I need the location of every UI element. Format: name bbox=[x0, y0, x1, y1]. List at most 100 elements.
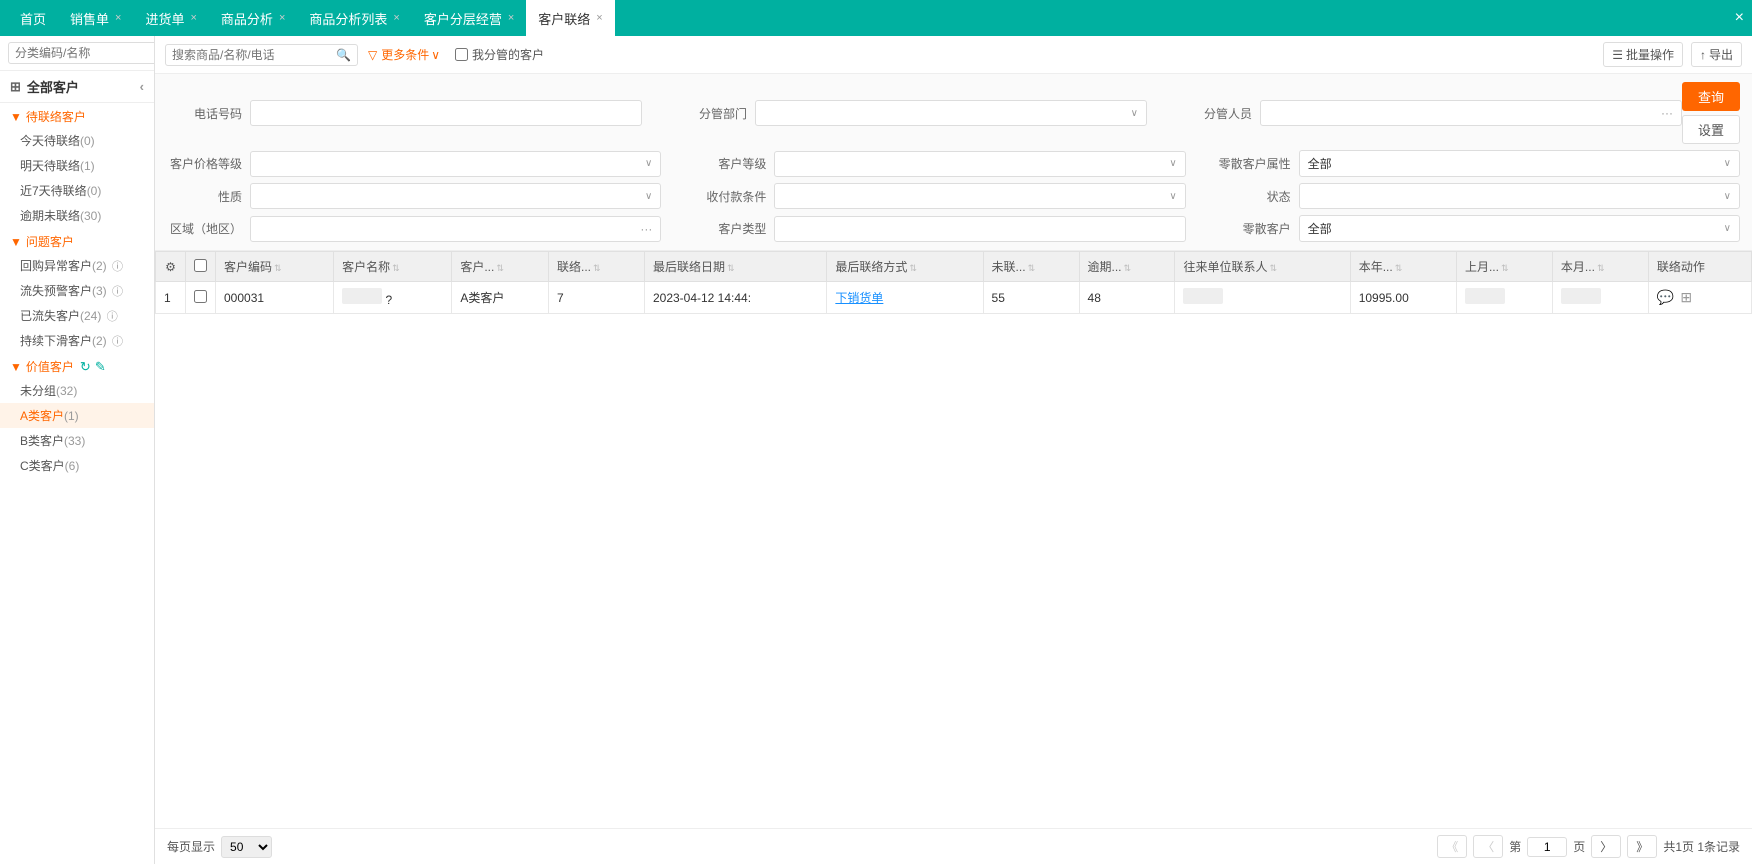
sidebar-item-today[interactable]: 今天待联络(0) bbox=[0, 128, 154, 153]
retail-attr-input[interactable]: 全部 ∨ bbox=[1299, 150, 1740, 177]
status-input[interactable]: ∨ bbox=[1299, 183, 1740, 209]
filter-search-box[interactable]: 🔍 bbox=[165, 44, 358, 66]
sidebar-item-overdue[interactable]: 逾期未联络(30) bbox=[0, 203, 154, 228]
payment-label: 收付款条件 bbox=[691, 188, 766, 205]
sidebar-item-lost-warning[interactable]: 流失预警客户(3) ⓘ bbox=[0, 278, 154, 303]
sort-level-icon[interactable]: ⇅ bbox=[496, 263, 504, 273]
filter-cell-price-level: 客户价格等级 ∨ bbox=[167, 151, 691, 177]
export-button[interactable]: ↑ 导出 bbox=[1691, 42, 1742, 67]
row-select-checkbox[interactable] bbox=[194, 290, 207, 303]
person-input[interactable]: ··· bbox=[1260, 100, 1682, 126]
sort-name-icon[interactable]: ⇅ bbox=[392, 263, 400, 273]
close-purchase-tab[interactable]: × bbox=[190, 12, 196, 24]
message-action-icon[interactable]: 💬 bbox=[1657, 289, 1674, 306]
sort-code-icon[interactable]: ⇅ bbox=[274, 263, 282, 273]
th-contact-person: 往来单位联系人⇅ bbox=[1175, 252, 1350, 282]
close-analysis-tab[interactable]: × bbox=[279, 12, 285, 24]
th-last-date: 最后联络日期⇅ bbox=[644, 252, 826, 282]
row-last-method[interactable]: 下销货单 bbox=[827, 282, 983, 314]
nav-tab-sales[interactable]: 销售单 × bbox=[58, 0, 133, 36]
sidebar-item-tomorrow[interactable]: 明天待联络(1) bbox=[0, 153, 154, 178]
retail-attr-label: 零散客户属性 bbox=[1216, 155, 1291, 172]
sort-this-year-icon[interactable]: ⇅ bbox=[1395, 263, 1403, 273]
nav-tab-customer-segmentation[interactable]: 客户分层经营 × bbox=[412, 0, 526, 36]
nature-caret-icon: ∨ bbox=[645, 191, 652, 202]
filter-cell-status: 状态 ∨ bbox=[1216, 183, 1740, 209]
settings-value-icon[interactable]: ✎ bbox=[95, 359, 106, 375]
filter-cell-retail: 零散客户 全部 ∨ bbox=[1216, 215, 1740, 242]
th-check[interactable] bbox=[186, 252, 216, 282]
nav-tab-analysis-list[interactable]: 商品分析列表 × bbox=[297, 0, 411, 36]
sidebar-item-class-a[interactable]: A类客户(1) bbox=[0, 403, 154, 428]
filter-row-2: 客户价格等级 ∨ 客户等级 ∨ 零散客户属性 全部 bbox=[167, 150, 1740, 177]
customer-level-input[interactable]: ∨ bbox=[774, 151, 1185, 177]
page-size-select[interactable]: 50 100 200 bbox=[221, 836, 272, 858]
sort-last-method-icon[interactable]: ⇅ bbox=[909, 263, 917, 273]
my-customers-checkbox-area[interactable]: 我分管的客户 bbox=[455, 46, 544, 63]
data-table-area: ⚙ 客户编码⇅ 客户名称⇅ 客户...⇅ 联络...⇅ 最后联络日期⇅ 最后联络… bbox=[155, 251, 1752, 828]
sidebar-pending-group[interactable]: ▼ 待联络客户 bbox=[0, 103, 154, 128]
refresh-icon[interactable]: ↻ bbox=[80, 359, 91, 375]
filter-more-button[interactable]: ▽ 更多条件 ∨ bbox=[368, 46, 440, 63]
area-input[interactable]: ··· bbox=[250, 216, 661, 242]
sidebar: 🔍 ⊞ 全部客户 ‹ ▼ 待联络客户 今天待联络(0) 明天待联络(1) 近7天… bbox=[0, 36, 155, 864]
sidebar-item-declining[interactable]: 持续下滑客户(2) ⓘ bbox=[0, 328, 154, 353]
payment-input[interactable]: ∨ bbox=[774, 183, 1185, 209]
th-action: 联络动作 bbox=[1648, 252, 1751, 282]
th-gear[interactable]: ⚙ bbox=[156, 252, 186, 282]
sort-last-month-icon[interactable]: ⇅ bbox=[1501, 263, 1509, 273]
sidebar-item-abnormal[interactable]: 回购异常客户(2) ⓘ bbox=[0, 253, 154, 278]
sort-overdue-icon[interactable]: ⇅ bbox=[1124, 263, 1132, 273]
prev-page-button[interactable]: 〈 bbox=[1473, 835, 1503, 858]
nav-tab-customer-contact[interactable]: 客户联络 × bbox=[526, 0, 614, 36]
settings-button[interactable]: 设置 bbox=[1682, 115, 1740, 144]
next-page-button[interactable]: 〉 bbox=[1591, 835, 1621, 858]
sidebar-item-unclassified[interactable]: 未分组(32) bbox=[0, 378, 154, 403]
close-segmentation-tab[interactable]: × bbox=[508, 12, 514, 24]
close-contact-tab[interactable]: × bbox=[596, 12, 602, 24]
dept-input[interactable]: ∨ bbox=[755, 100, 1147, 126]
filter-search-input[interactable] bbox=[172, 48, 332, 62]
tri-down-icon-3: ▼ bbox=[10, 360, 22, 374]
th-last-method: 最后联络方式⇅ bbox=[827, 252, 983, 282]
customer-type-input[interactable] bbox=[774, 216, 1185, 242]
query-button[interactable]: 查询 bbox=[1682, 82, 1740, 111]
sidebar-item-class-c[interactable]: C类客户(6) bbox=[0, 453, 154, 478]
row-checkbox[interactable] bbox=[186, 282, 216, 314]
sort-contact-person-icon[interactable]: ⇅ bbox=[1270, 263, 1278, 273]
row-no-contact: 55 bbox=[983, 282, 1079, 314]
nature-input[interactable]: ∨ bbox=[250, 183, 661, 209]
sort-this-month-icon[interactable]: ⇅ bbox=[1597, 263, 1605, 273]
first-page-button[interactable]: 《 bbox=[1437, 835, 1467, 858]
sort-contact-count-icon[interactable]: ⇅ bbox=[593, 263, 601, 273]
price-level-input[interactable]: ∨ bbox=[250, 151, 661, 177]
last-page-button[interactable]: 》 bbox=[1627, 835, 1657, 858]
link-action-icon[interactable]: ⊞ bbox=[1680, 289, 1692, 306]
my-customers-checkbox[interactable] bbox=[455, 48, 468, 61]
sidebar-all-customers[interactable]: ⊞ 全部客户 ‹ bbox=[0, 71, 154, 103]
sidebar-problem-group[interactable]: ▼ 问题客户 bbox=[0, 228, 154, 253]
close-sales-tab[interactable]: × bbox=[115, 12, 121, 24]
sort-last-date-icon[interactable]: ⇅ bbox=[727, 263, 735, 273]
th-this-month: 本月...⇅ bbox=[1552, 252, 1648, 282]
sidebar-search-input[interactable] bbox=[8, 42, 155, 64]
nav-tab-purchase[interactable]: 进货单 × bbox=[133, 0, 208, 36]
page-number-input[interactable] bbox=[1527, 837, 1567, 857]
phone-input[interactable] bbox=[250, 100, 642, 126]
nav-tab-analysis[interactable]: 商品分析 × bbox=[209, 0, 297, 36]
th-level: 客户...⇅ bbox=[452, 252, 549, 282]
retail-label: 零散客户 bbox=[1216, 220, 1291, 237]
close-analysis-list-tab[interactable]: × bbox=[393, 12, 399, 24]
sidebar-item-class-b[interactable]: B类客户(33) bbox=[0, 428, 154, 453]
select-all-checkbox[interactable] bbox=[194, 259, 207, 272]
last-method-link[interactable]: 下销货单 bbox=[835, 291, 883, 305]
th-contact-count: 联络...⇅ bbox=[549, 252, 645, 282]
sidebar-value-group[interactable]: ▼ 价值客户 ↻ ✎ bbox=[0, 353, 154, 378]
nav-home[interactable]: 首页 bbox=[8, 9, 58, 28]
batch-ops-button[interactable]: ☰ 批量操作 bbox=[1603, 42, 1683, 67]
sidebar-item-lost[interactable]: 已流失客户(24) ⓘ bbox=[0, 303, 154, 328]
sort-no-contact-icon[interactable]: ⇅ bbox=[1028, 263, 1036, 273]
retail-input[interactable]: 全部 ∨ bbox=[1299, 215, 1740, 242]
window-close-button[interactable]: × bbox=[1735, 9, 1744, 27]
sidebar-item-7days[interactable]: 近7天待联络(0) bbox=[0, 178, 154, 203]
